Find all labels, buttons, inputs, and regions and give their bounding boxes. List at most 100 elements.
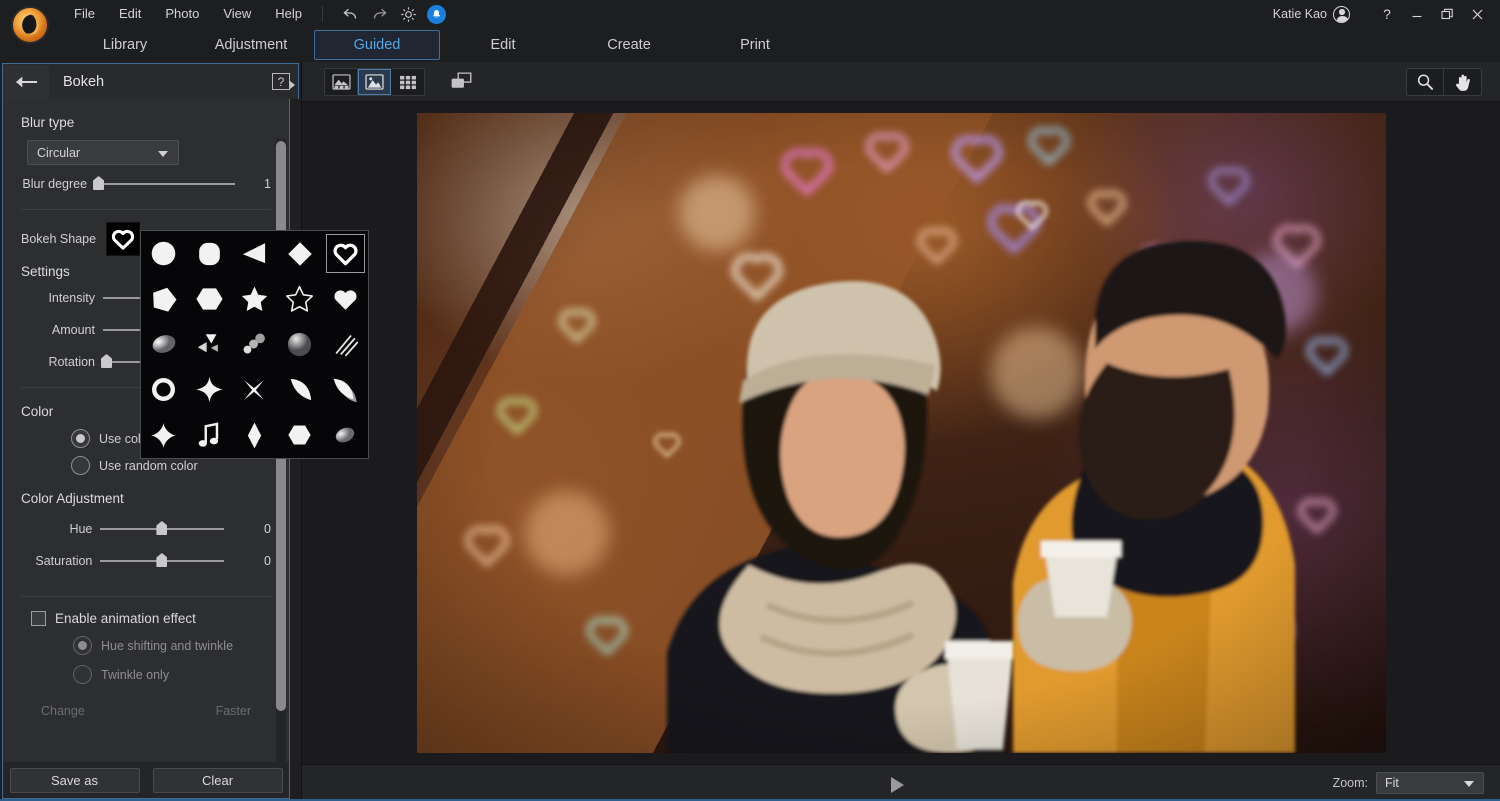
panel-footer: Save as Clear <box>2 762 290 799</box>
blur-type-dropdown[interactable]: Circular <box>27 140 179 165</box>
shape-plus-sparkle[interactable] <box>141 413 186 458</box>
clipped-right-label: Faster <box>215 704 251 718</box>
minimize-button[interactable] <box>1402 2 1432 26</box>
page-title: Bokeh <box>63 73 105 90</box>
bokeh-shape-label: Bokeh Shape <box>21 232 97 246</box>
undo-icon[interactable] <box>337 3 363 25</box>
zoom-magnifier-icon[interactable] <box>1407 69 1444 95</box>
shape-petal-double[interactable] <box>323 367 368 412</box>
tab-library[interactable]: Library <box>62 31 188 59</box>
tab-create[interactable]: Create <box>566 31 692 59</box>
hue-label: Hue <box>69 522 93 536</box>
blur-degree-slider[interactable] <box>93 174 236 194</box>
shape-teardrop-gradient[interactable] <box>323 413 368 458</box>
shape-rhombus[interactable] <box>232 413 277 458</box>
canvas-area: Zoom: Fit <box>302 62 1500 801</box>
shape-petal[interactable] <box>277 367 322 412</box>
blur-type-title: Blur type <box>21 115 75 130</box>
help-button[interactable]: ? <box>1372 2 1402 26</box>
saturation-slider[interactable] <box>100 551 225 571</box>
app-logo-icon[interactable] <box>11 6 49 44</box>
photo-preview[interactable] <box>416 113 1386 753</box>
close-button[interactable] <box>1462 2 1492 26</box>
radio-button <box>71 456 90 475</box>
radio-button <box>73 636 92 655</box>
radio-button <box>71 429 90 448</box>
help-tooltip-icon[interactable]: ? <box>272 73 295 90</box>
zoom-label: Zoom: <box>1332 776 1368 790</box>
tab-adjustment[interactable]: Adjustment <box>188 31 314 59</box>
shape-heart-filled[interactable] <box>323 276 368 321</box>
shape-diamond[interactable] <box>277 231 322 276</box>
module-tab-bar: Library Adjustment Guided Edit Create Pr… <box>0 28 1500 86</box>
shape-heart-outline[interactable] <box>323 231 368 276</box>
tab-print[interactable]: Print <box>692 31 818 59</box>
bokeh-shape-swatch[interactable] <box>106 222 141 256</box>
title-bar: File Edit Photo View Help Katie Kao ? <box>0 0 1500 44</box>
avatar[interactable] <box>1333 5 1350 23</box>
shape-sparkle-4point[interactable] <box>186 367 231 412</box>
radio-twinkle-only[interactable]: Twinkle only <box>73 665 271 684</box>
tab-edit[interactable]: Edit <box>440 31 566 59</box>
saturation-value: 0 <box>264 554 271 568</box>
shape-x-cross[interactable] <box>232 367 277 412</box>
shape-star-outline[interactable] <box>277 276 322 321</box>
animation-section: Enable animation effect Hue shifting and… <box>3 611 289 718</box>
canvas-tools-right <box>1406 68 1482 96</box>
shape-triangle-cluster[interactable] <box>186 322 231 367</box>
menu-view[interactable]: View <box>211 2 263 26</box>
color-adjustment-section: Color Adjustment Hue 0 Saturation 0 <box>3 491 289 597</box>
shape-ring[interactable] <box>141 367 186 412</box>
clear-button[interactable]: Clear <box>152 767 283 793</box>
enable-animation-checkbox-row[interactable]: Enable animation effect <box>31 611 271 626</box>
filmstrip-view-icon[interactable] <box>325 69 358 95</box>
shape-streak-lines[interactable] <box>323 322 368 367</box>
notification-bell-icon[interactable] <box>427 4 447 24</box>
menu-help[interactable]: Help <box>263 2 314 26</box>
photo-stage <box>302 102 1500 764</box>
menu-photo[interactable]: Photo <box>153 2 211 26</box>
hand-pan-icon[interactable] <box>1444 69 1481 95</box>
radio-label: Use random color <box>99 458 198 473</box>
shape-dots-diagonal[interactable] <box>232 322 277 367</box>
menu-edit[interactable]: Edit <box>107 2 153 26</box>
tab-guided[interactable]: Guided <box>314 30 440 60</box>
shape-hexagon[interactable] <box>186 276 231 321</box>
divider <box>21 209 271 210</box>
menu-file[interactable]: File <box>62 2 107 26</box>
zoom-dropdown[interactable]: Fit <box>1376 772 1484 794</box>
clipped-row: Change Faster <box>21 704 271 718</box>
shape-rounded-square[interactable] <box>186 231 231 276</box>
shape-triangle-left[interactable] <box>232 231 277 276</box>
chevron-down-icon <box>158 151 168 157</box>
shape-star-filled[interactable] <box>232 276 277 321</box>
play-icon[interactable] <box>891 777 904 793</box>
blur-degree-label: Blur degree <box>22 177 88 191</box>
shape-sphere-gradient[interactable] <box>277 322 322 367</box>
single-photo-view-icon[interactable] <box>358 69 391 95</box>
view-mode-group <box>324 68 425 96</box>
compare-view-icon[interactable] <box>444 68 478 94</box>
grid-view-icon[interactable] <box>391 69 424 95</box>
back-arrow-icon[interactable] <box>3 64 49 99</box>
shape-oval-gradient[interactable] <box>141 322 186 367</box>
divider <box>21 596 271 597</box>
shape-hexagon-small[interactable] <box>277 413 322 458</box>
gear-icon[interactable] <box>395 3 421 25</box>
saturation-label: Saturation <box>35 554 93 568</box>
save-as-button[interactable]: Save as <box>9 767 140 793</box>
radio-label: Hue shifting and twinkle <box>101 638 234 653</box>
menu-bar: File Edit Photo View Help <box>62 2 314 26</box>
restore-button[interactable] <box>1432 2 1462 26</box>
redo-icon[interactable] <box>366 3 392 25</box>
amount-label: Amount <box>51 323 95 337</box>
rotation-label: Rotation <box>48 355 95 369</box>
shape-pentagon[interactable] <box>141 276 186 321</box>
blur-type-section: Blur type Circular Blur degree 1 <box>3 115 289 210</box>
shape-circle[interactable] <box>141 231 186 276</box>
shape-music-note[interactable] <box>186 413 231 458</box>
checkbox-label: Enable animation effect <box>55 611 196 626</box>
hue-slider[interactable] <box>100 519 225 539</box>
radio-hue-shifting-twinkle[interactable]: Hue shifting and twinkle <box>73 636 271 655</box>
zoom-value: Fit <box>1385 776 1399 790</box>
